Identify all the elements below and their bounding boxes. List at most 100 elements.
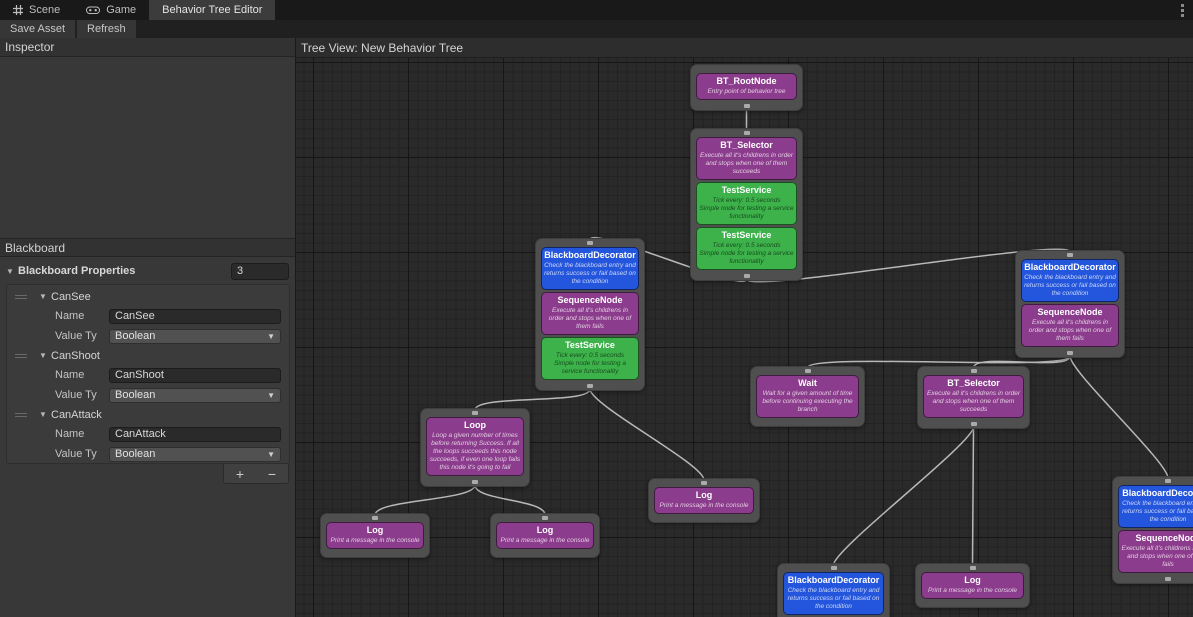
node-wait[interactable]: Wait Wait for a given amount of time befo…	[750, 366, 865, 428]
input-port[interactable]	[1067, 253, 1073, 257]
edge[interactable]	[1069, 355, 1169, 479]
output-port[interactable]	[1067, 351, 1073, 356]
value-type-label: Value Ty	[55, 330, 97, 342]
output-port[interactable]	[472, 480, 478, 485]
decorator-block[interactable]: BlackboardDecoratorCheck the blackboard …	[541, 247, 639, 291]
node-description: Entry point of behavior tree	[707, 87, 786, 95]
blackboard-title: Blackboard	[5, 240, 66, 255]
drag-handle-icon[interactable]	[15, 352, 27, 360]
composite-block[interactable]: Log Print a message in the console	[496, 522, 594, 549]
output-port[interactable]	[743, 103, 750, 108]
save-asset-button[interactable]: Save Asset	[0, 20, 76, 38]
decorator-block[interactable]: BlackboardDecoratorCheck the blackboard …	[783, 572, 884, 616]
composite-block[interactable]: BT_RootNode Entry point of behavior tree	[696, 73, 797, 100]
tab-game[interactable]: Game	[73, 0, 149, 20]
edge[interactable]	[589, 388, 705, 481]
input-port[interactable]	[542, 516, 548, 520]
blackboard-entry-canshoot[interactable]: ▼ CanShoot	[7, 346, 289, 365]
node-title: BT_RootNode	[716, 76, 777, 86]
foldout-arrow-icon[interactable]: ▼	[6, 267, 18, 276]
input-port[interactable]	[472, 411, 478, 415]
node-description: Simple node for testing a service functi…	[699, 249, 794, 266]
output-port[interactable]	[970, 422, 977, 427]
edge[interactable]	[832, 426, 975, 566]
inspector-title: Inspector	[5, 40, 55, 54]
input-port[interactable]	[372, 516, 378, 520]
foldout-arrow-icon[interactable]: ▼	[39, 292, 51, 301]
node-log[interactable]: Log Print a message in the console	[320, 513, 430, 558]
node-loop[interactable]: Loop Loop a given number of times before …	[420, 408, 530, 488]
composite-block[interactable]: Loop Loop a given number of times before …	[426, 417, 524, 477]
node-description: Simple node for testing a service functi…	[554, 359, 626, 376]
node-testservice[interactable]: BT_Selector Execute all it's childrens in…	[690, 128, 803, 282]
blackboard-entry-canattack[interactable]: ▼ CanAttack	[7, 405, 289, 424]
chevron-down-icon: ▼	[267, 449, 275, 459]
decorator-block[interactable]: BlackboardDecoratorCheck the blackboard …	[1021, 259, 1119, 303]
remove-property-button[interactable]: −	[256, 464, 288, 483]
input-port[interactable]	[830, 566, 837, 570]
node-title: Log	[695, 490, 713, 500]
input-port[interactable]	[970, 369, 977, 373]
node-title: Loop	[464, 420, 486, 430]
tab-scene-label: Scene	[29, 4, 61, 16]
drag-handle-icon[interactable]	[15, 411, 27, 419]
input-port[interactable]	[969, 566, 976, 570]
node-sequencenode[interactable]: BlackboardDecoratorCheck the blackboard …	[1015, 250, 1125, 359]
input-port[interactable]	[1165, 479, 1171, 483]
edge[interactable]	[474, 484, 546, 516]
service-block[interactable]: TestService Tick every: 0.5 seconds Simple…	[696, 182, 797, 226]
value-type-dropdown-canattack[interactable]: Boolean ▼	[109, 446, 281, 462]
node-log[interactable]: Log Print a message in the console	[915, 563, 1030, 608]
output-port[interactable]	[1165, 577, 1171, 582]
node-description: Print a message in the console	[500, 536, 590, 544]
kebab-menu-icon[interactable]	[1181, 4, 1185, 17]
node-sequencenode[interactable]: BlackboardDecoratorCheck the blackboard …	[1112, 476, 1193, 585]
output-port[interactable]	[587, 384, 593, 389]
foldout-arrow-icon[interactable]: ▼	[39, 410, 51, 419]
tree-view-canvas[interactable]: BT_RootNode Entry point of behavior tree B…	[296, 58, 1193, 617]
node-bt-rootnode[interactable]: BT_RootNode Entry point of behavior tree	[690, 64, 803, 111]
properties-count-field[interactable]	[231, 262, 289, 280]
add-property-button[interactable]: +	[224, 464, 256, 483]
input-port[interactable]	[804, 369, 811, 373]
service-block[interactable]: TestService Tick every: 0.5 seconds Simple…	[541, 337, 639, 381]
name-input-canshoot[interactable]	[109, 367, 281, 383]
edge[interactable]	[474, 388, 591, 411]
value-type-label: Value Ty	[55, 389, 97, 401]
edge[interactable]	[374, 484, 476, 516]
node-bt-selector[interactable]: BT_Selector Execute all it's childrens in…	[917, 366, 1030, 430]
composite-block[interactable]: Log Print a message in the console	[326, 522, 424, 549]
composite-block[interactable]: BT_Selector Execute all it's childrens in…	[696, 137, 797, 181]
node-log[interactable]: BlackboardDecorator Check the blackboard …	[777, 563, 890, 617]
decorator-block[interactable]: BlackboardDecoratorCheck the blackboard …	[1118, 485, 1193, 529]
drag-handle-icon[interactable]	[15, 293, 27, 301]
input-port[interactable]	[587, 241, 593, 245]
node-log[interactable]: Log Print a message in the console	[490, 513, 600, 558]
composite-block[interactable]: SequenceNodeExecute all it's childrens i…	[1021, 304, 1119, 348]
value-type-value: Boolean	[115, 330, 156, 342]
node-description: Execute all it's childrens in order and …	[1121, 544, 1193, 568]
tab-behavior-tree-editor[interactable]: Behavior Tree Editor	[149, 0, 276, 20]
value-type-dropdown-cansee[interactable]: Boolean ▼	[109, 328, 281, 344]
name-input-canattack[interactable]	[109, 426, 281, 442]
name-input-cansee[interactable]	[109, 308, 281, 324]
node-log[interactable]: Log Print a message in the console	[648, 478, 760, 523]
output-port[interactable]	[743, 274, 750, 279]
composite-block[interactable]: Wait Wait for a given amount of time befo…	[756, 375, 859, 419]
blackboard-entry-cansee[interactable]: ▼ CanSee	[7, 287, 289, 306]
node-testservice[interactable]: BlackboardDecorator Check the blackboard …	[535, 238, 645, 392]
input-port[interactable]	[701, 481, 707, 485]
edge[interactable]	[971, 426, 975, 566]
composite-block[interactable]: SequenceNodeExecute all it's childrens i…	[541, 292, 639, 336]
composite-block[interactable]: Log Print a message in the console	[654, 487, 754, 514]
tab-scene[interactable]: Scene	[0, 0, 73, 20]
foldout-arrow-icon[interactable]: ▼	[39, 351, 51, 360]
value-type-dropdown-canshoot[interactable]: Boolean ▼	[109, 387, 281, 403]
composite-block[interactable]: SequenceNodeExecute all it's childrens i…	[1118, 530, 1193, 574]
node-title: TestService	[721, 230, 772, 241]
refresh-button[interactable]: Refresh	[77, 20, 136, 38]
composite-block[interactable]: BT_Selector Execute all it's childrens in…	[923, 375, 1024, 419]
composite-block[interactable]: Log Print a message in the console	[921, 572, 1024, 599]
input-port[interactable]	[743, 131, 750, 135]
service-block[interactable]: TestService Tick every: 0.5 seconds Simple…	[696, 227, 797, 271]
